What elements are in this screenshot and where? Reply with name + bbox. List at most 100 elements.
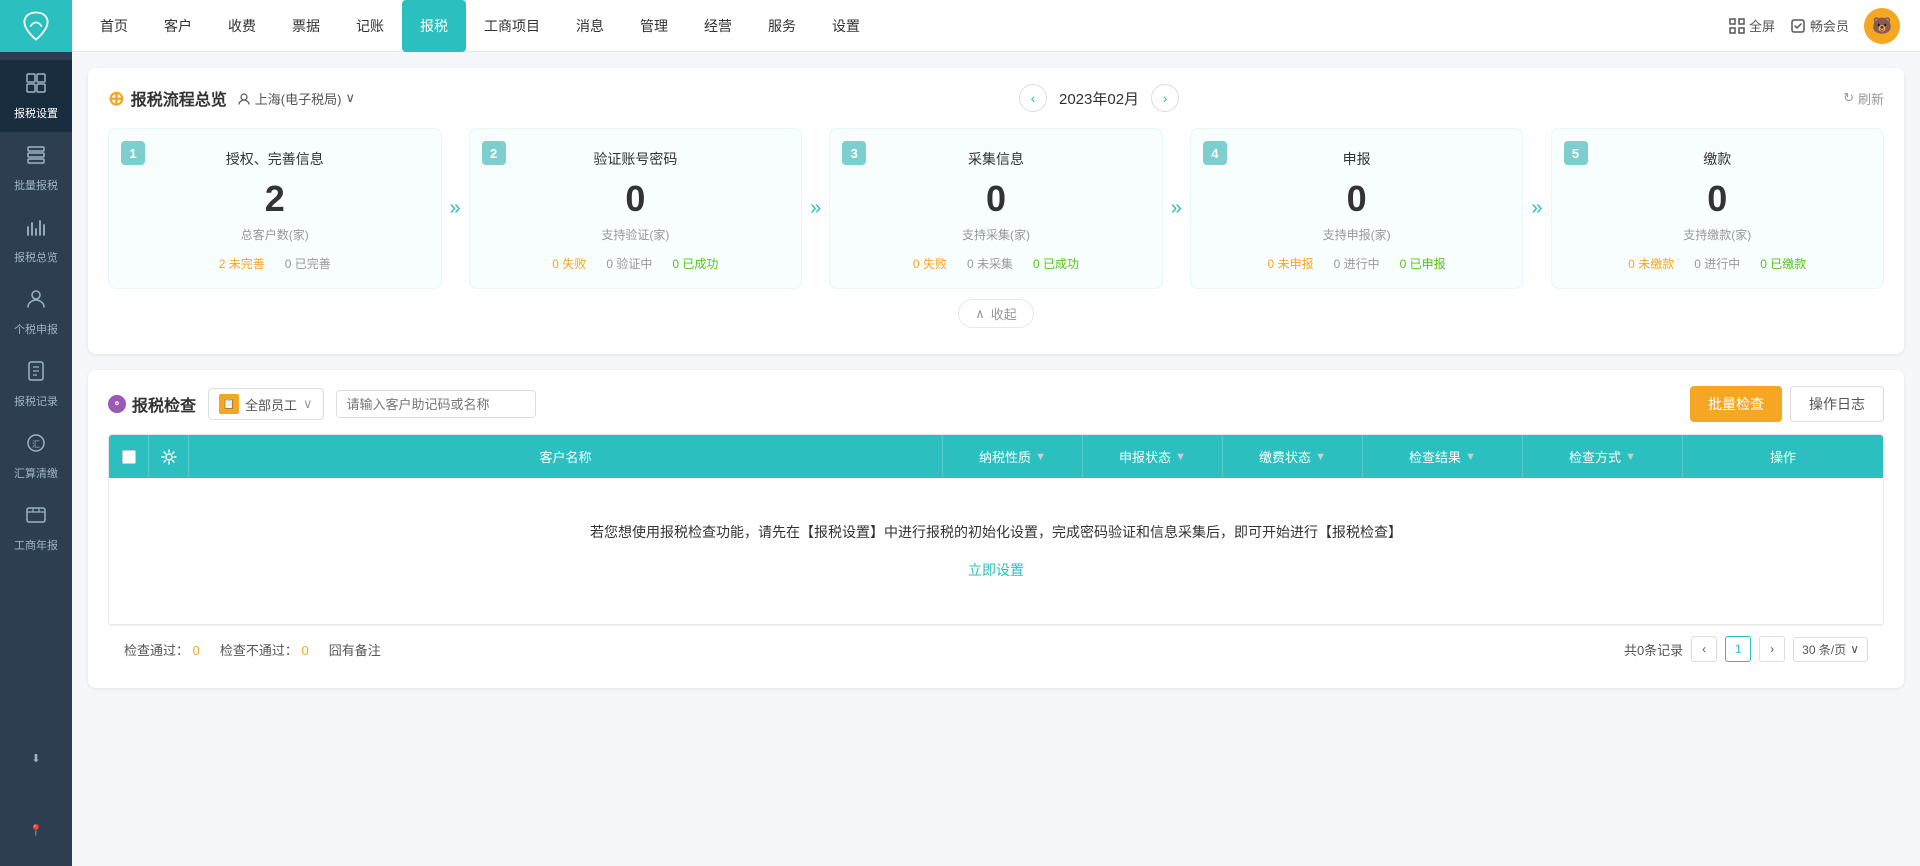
nav-manage[interactable]: 管理 bbox=[622, 0, 686, 52]
sidebar-item-personal-tax[interactable]: 个税申报 bbox=[0, 276, 72, 348]
sidebar-item-batch-tax[interactable]: 批量报税 bbox=[0, 132, 72, 204]
operation-log-button[interactable]: 操作日志 bbox=[1790, 386, 1884, 422]
nav-message[interactable]: 消息 bbox=[558, 0, 622, 52]
filter-icon-3[interactable]: ▼ bbox=[1315, 451, 1326, 463]
sidebar-label-tax-records: 报税记录 bbox=[14, 393, 58, 409]
step-title-4: 申报 bbox=[1211, 145, 1503, 169]
next-month-button[interactable]: › bbox=[1151, 84, 1179, 112]
nav-client[interactable]: 客户 bbox=[146, 0, 210, 52]
per-page-selector[interactable]: 30 条/页 ∨ bbox=[1793, 637, 1868, 662]
check-actions: 批量检查 操作日志 bbox=[1690, 386, 1884, 422]
sidebar-item-tax-settings[interactable]: 报税设置 bbox=[0, 60, 72, 132]
collapse-icon: ∧ bbox=[975, 306, 985, 322]
step-title-2: 验证账号密码 bbox=[490, 145, 782, 169]
refresh-button[interactable]: ↻ 刷新 bbox=[1843, 89, 1884, 108]
sidebar-item-tax-records[interactable]: 报税记录 bbox=[0, 348, 72, 420]
step-count-3: 0 bbox=[850, 177, 1142, 220]
prev-page-button[interactable]: ‹ bbox=[1691, 636, 1717, 662]
th-tax-type: 纳税性质 ▼ bbox=[943, 435, 1083, 478]
fullscreen-button[interactable]: 全屏 bbox=[1729, 16, 1775, 35]
sidebar-item-location[interactable]: 📍 bbox=[0, 794, 72, 866]
th-client-name: 客户名称 bbox=[189, 435, 943, 478]
svg-text:汇: 汇 bbox=[32, 440, 40, 449]
prev-month-button[interactable]: ‹ bbox=[1019, 84, 1047, 112]
step-label-1: 总客户数(家) bbox=[129, 226, 421, 243]
step-label-2: 支持验证(家) bbox=[490, 226, 782, 243]
th-check-result: 检查结果 ▼ bbox=[1363, 435, 1523, 478]
staff-chevron-icon: ∨ bbox=[303, 396, 313, 412]
flow-step-1: 1 授权、完善信息 2 总客户数(家) 2 未完善 0 已完善 bbox=[108, 128, 442, 289]
sidebar-bottom: ⬇ 📍 bbox=[0, 722, 72, 866]
fail-stat: 检查不通过： 0 bbox=[220, 640, 309, 659]
th-pay-status: 缴费状态 ▼ bbox=[1223, 435, 1363, 478]
nav-home[interactable]: 首页 bbox=[82, 0, 146, 52]
tax-overview-icon bbox=[24, 215, 48, 245]
next-page-button[interactable]: › bbox=[1759, 636, 1785, 662]
tax-records-icon bbox=[24, 359, 48, 389]
search-box: 🔍 bbox=[336, 390, 536, 418]
th-operation: 操作 bbox=[1683, 435, 1883, 478]
search-input[interactable] bbox=[337, 392, 533, 417]
flow-title-group: ⊕ 报税流程总览 上海(电子税局) ∨ bbox=[108, 86, 355, 111]
flow-step-5: 5 缴款 0 支持缴款(家) 0 未缴款 0 进行中 0 已缴款 bbox=[1551, 128, 1885, 289]
annual-settlement-icon: 汇 bbox=[24, 431, 48, 461]
sidebar-label-batch-tax: 批量报税 bbox=[14, 177, 58, 193]
step-title-1: 授权、完善信息 bbox=[129, 145, 421, 169]
step-count-1: 2 bbox=[129, 177, 421, 220]
empty-message: 若您想使用报税检查功能，请先在【报税设置】中进行报税的初始化设置，完成密码验证和… bbox=[590, 518, 1402, 584]
nav-settings[interactable]: 设置 bbox=[814, 0, 878, 52]
flow-step-4: 4 申报 0 支持申报(家) 0 未申报 0 进行中 0 已申报 bbox=[1190, 128, 1524, 289]
step-count-2: 0 bbox=[490, 177, 782, 220]
sidebar-item-tax-overview[interactable]: 报税总览 bbox=[0, 204, 72, 276]
step-number-2: 2 bbox=[482, 141, 506, 165]
flow-arrow-4: » bbox=[1523, 128, 1550, 289]
nav-fee[interactable]: 收费 bbox=[210, 0, 274, 52]
step-stats-1: 2 未完善 0 已完善 bbox=[129, 255, 421, 272]
nav-items: 首页 客户 收费 票据 记账 报税 工商项目 消息 管理 经营 服务 设置 bbox=[72, 0, 1729, 52]
per-page-chevron-icon: ∨ bbox=[1850, 642, 1859, 656]
fail-count[interactable]: 0 bbox=[302, 643, 309, 658]
refresh-icon: ↻ bbox=[1843, 90, 1854, 106]
download-icon: ⬇ bbox=[31, 752, 40, 765]
note-label: 囧有备注 bbox=[329, 640, 381, 659]
tax-check-card: ⚬ 报税检查 📋 全部员工 ∨ 🔍 批量检查 操作日志 bbox=[88, 370, 1904, 688]
location-selector[interactable]: 上海(电子税局) ∨ bbox=[237, 89, 355, 108]
collapse-bar: ∧ 收起 bbox=[108, 289, 1884, 338]
app-logo[interactable] bbox=[0, 0, 72, 52]
current-page: 1 bbox=[1725, 636, 1751, 662]
th-declare-status: 申报状态 ▼ bbox=[1083, 435, 1223, 478]
current-month: 2023年02月 bbox=[1059, 88, 1139, 109]
annual-report-icon bbox=[24, 503, 48, 533]
filter-icon-5[interactable]: ▼ bbox=[1625, 451, 1636, 463]
th-checkbox bbox=[109, 435, 149, 478]
sidebar-item-annual-report[interactable]: 工商年报 bbox=[0, 492, 72, 564]
step-number-4: 4 bbox=[1203, 141, 1227, 165]
sidebar-label-tax-settings: 报税设置 bbox=[14, 105, 58, 121]
nav-service[interactable]: 服务 bbox=[750, 0, 814, 52]
nav-invoice[interactable]: 票据 bbox=[274, 0, 338, 52]
nav-right: 全屏 畅会员 🐻 bbox=[1729, 8, 1920, 44]
batch-check-button[interactable]: 批量检查 bbox=[1690, 386, 1782, 422]
nav-accounting[interactable]: 记账 bbox=[338, 0, 402, 52]
sidebar-item-annual-settlement[interactable]: 汇 汇算清缴 bbox=[0, 420, 72, 492]
table-header: 客户名称 纳税性质 ▼ 申报状态 ▼ 缴费状态 ▼ 检查 bbox=[109, 435, 1883, 478]
staff-selector[interactable]: 📋 全部员工 ∨ bbox=[208, 388, 324, 420]
nav-commerce[interactable]: 工商项目 bbox=[466, 0, 558, 52]
filter-icon-4[interactable]: ▼ bbox=[1465, 451, 1476, 463]
nav-operation[interactable]: 经营 bbox=[686, 0, 750, 52]
main-content: ⊕ 报税流程总览 上海(电子税局) ∨ ‹ 2023年02月 › ↻ bbox=[72, 52, 1920, 866]
select-all-checkbox[interactable] bbox=[122, 450, 136, 464]
filter-icon-2[interactable]: ▼ bbox=[1175, 451, 1186, 463]
sidebar-item-download[interactable]: ⬇ bbox=[0, 722, 72, 794]
avatar[interactable]: 🐻 bbox=[1864, 8, 1900, 44]
nav-tax[interactable]: 报税 bbox=[402, 0, 466, 52]
sidebar-label-personal-tax: 个税申报 bbox=[14, 321, 58, 337]
filter-icon-1[interactable]: ▼ bbox=[1035, 451, 1046, 463]
setup-link[interactable]: 立即设置 bbox=[968, 562, 1024, 578]
flow-arrow-1: » bbox=[442, 128, 469, 289]
collapse-button[interactable]: ∧ 收起 bbox=[958, 299, 1034, 328]
search-button[interactable]: 🔍 bbox=[533, 391, 536, 417]
pass-count[interactable]: 0 bbox=[193, 643, 200, 658]
month-navigator: ‹ 2023年02月 › bbox=[1019, 84, 1179, 112]
member-button[interactable]: 畅会员 bbox=[1790, 16, 1849, 35]
